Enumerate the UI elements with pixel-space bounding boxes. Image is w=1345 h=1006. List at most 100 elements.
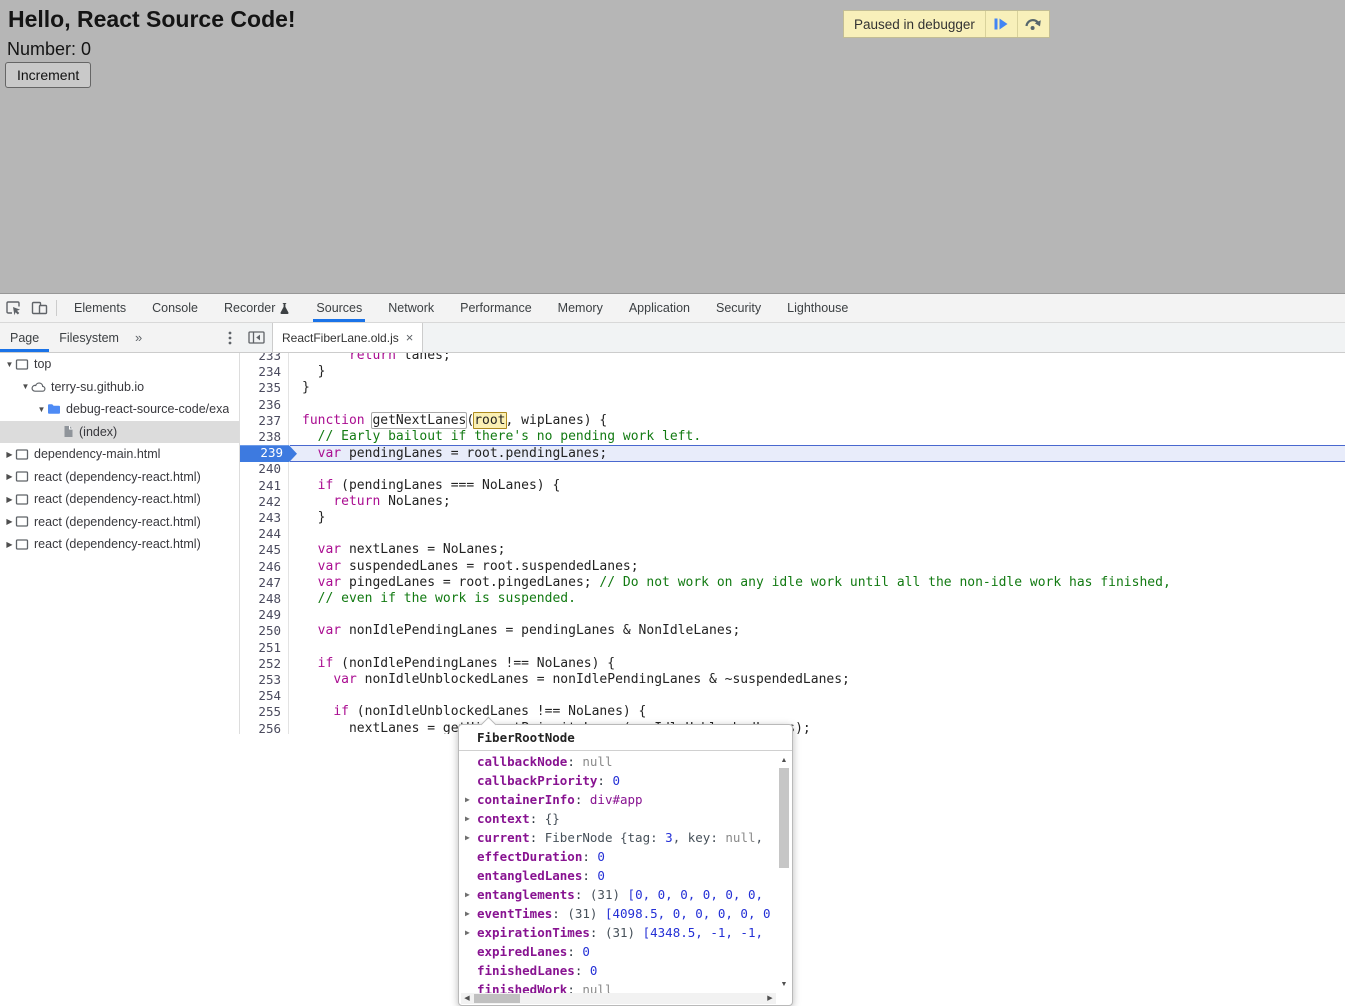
expand-triangle-icon[interactable]: ▶ — [465, 790, 470, 809]
property-row-context[interactable]: ▶ context: {} — [459, 809, 778, 828]
property-row-entanglements[interactable]: ▶ entanglements: (31) [0, 0, 0, 0, 0, 0, — [459, 885, 778, 904]
tab-application[interactable]: Application — [616, 294, 703, 322]
tab-network[interactable]: Network — [375, 294, 447, 322]
line-number[interactable]: 233 — [240, 353, 289, 365]
tab-elements[interactable]: Elements — [61, 294, 139, 322]
property-value: 0 — [582, 944, 590, 959]
line-number[interactable]: 251 — [240, 640, 289, 657]
editor-code-area[interactable]: return lanes; }} function getNextLanes(ro… — [290, 353, 1345, 734]
expand-triangle-icon[interactable]: ▶ — [465, 828, 470, 847]
hovered-root-token[interactable]: root — [473, 411, 507, 429]
line-number[interactable]: 254 — [240, 688, 289, 705]
keyword-token: var — [317, 623, 342, 639]
line-number[interactable]: 235 — [240, 380, 289, 397]
tree-item-dependency-main-html[interactable]: ▶ dependency-main.html — [0, 443, 239, 466]
sidebar-overflow-menu-button[interactable] — [228, 323, 232, 352]
tooltip-horizontal-scrollbar[interactable]: ◀ ▶ — [461, 993, 776, 1004]
tree-expanded-icon[interactable]: ▼ — [36, 405, 47, 414]
line-number[interactable]: 246 — [240, 559, 289, 576]
line-number[interactable]: 248 — [240, 591, 289, 608]
tree-collapsed-icon[interactable]: ▶ — [4, 450, 15, 459]
tree-expanded-icon[interactable]: ▼ — [20, 382, 31, 391]
line-number[interactable]: 243 — [240, 510, 289, 527]
keyword-token: return — [333, 493, 381, 509]
tab-recorder[interactable]: Recorder — [211, 294, 303, 322]
sidebar-tab-page[interactable]: Page — [0, 323, 50, 352]
line-number[interactable]: 241 — [240, 478, 289, 495]
code-token: getNextLanes — [371, 411, 468, 429]
tooltip-property-list: callbackNode: null callbackPriority: 0 ▶ co… — [459, 752, 778, 993]
hide-navigator-button[interactable] — [240, 323, 272, 352]
horizontal-scroll-thumb[interactable] — [474, 994, 520, 1003]
tree-collapsed-icon[interactable]: ▶ — [4, 495, 15, 504]
expand-triangle-icon[interactable]: ▶ — [465, 885, 470, 904]
increment-button[interactable]: Increment — [5, 62, 92, 88]
toggle-device-toolbar-button[interactable] — [26, 294, 52, 322]
line-number[interactable]: 237 — [240, 413, 289, 430]
property-row-containerinfo[interactable]: ▶ containerInfo: div#app — [459, 790, 778, 809]
line-number[interactable]: 250 — [240, 623, 289, 640]
property-name: current — [477, 830, 530, 845]
tree-expanded-icon[interactable]: ▼ — [4, 360, 15, 369]
tree-collapsed-icon[interactable]: ▶ — [4, 540, 15, 549]
tree-item-label: (index) — [79, 424, 118, 439]
tree-item-react-dependency-react-html[interactable]: ▶ react (dependency-react.html) — [0, 488, 239, 511]
line-number[interactable]: 252 — [240, 656, 289, 673]
tree-item-top[interactable]: ▼ top — [0, 353, 239, 376]
line-number[interactable]: 247 — [240, 575, 289, 592]
scroll-right-icon[interactable]: ▶ — [764, 993, 776, 1004]
comment-token: // Do not work on any idle work until al… — [599, 574, 1171, 590]
resume-script-button[interactable] — [984, 11, 1017, 37]
tree-item-react-dependency-react-html[interactable]: ▶ react (dependency-react.html) — [0, 533, 239, 556]
property-name: callbackPriority — [477, 773, 598, 788]
tree-item-terry-su-github-io[interactable]: ▼ terry-su.github.io — [0, 376, 239, 399]
line-number[interactable]: 245 — [240, 542, 289, 559]
code-line-245: var nextLanes = NoLanes; — [290, 542, 1345, 559]
file-tab-reactfiberlane[interactable]: ReactFiberLane.old.js × — [272, 323, 424, 352]
vertical-scroll-thumb[interactable] — [779, 768, 789, 868]
sidebar-tab-filesystem[interactable]: Filesystem — [49, 323, 129, 352]
tab-memory[interactable]: Memory — [545, 294, 616, 322]
property-name: effectDuration — [477, 849, 583, 864]
property-row-eventtimes[interactable]: ▶ eventTimes: (31) [4098.5, 0, 0, 0, 0, 0 — [459, 904, 778, 923]
line-number[interactable]: 249 — [240, 607, 289, 624]
step-over-button[interactable] — [1016, 11, 1049, 37]
more-tabs-chevron[interactable]: » — [129, 323, 148, 352]
expand-triangle-icon[interactable]: ▶ — [465, 809, 470, 828]
line-number[interactable]: 238 — [240, 429, 289, 446]
line-number[interactable]: 240 — [240, 461, 289, 478]
inspect-element-button[interactable] — [0, 294, 26, 322]
tree-collapsed-icon[interactable]: ▶ — [4, 472, 15, 481]
tree-item-debug-react-source-code-exa[interactable]: ▼ debug-react-source-code/exa — [0, 398, 239, 421]
tree-item-react-dependency-react-html[interactable]: ▶ react (dependency-react.html) — [0, 466, 239, 489]
property-value: null — [582, 982, 613, 993]
tooltip-vertical-scrollbar[interactable]: ▲ ▼ — [778, 755, 790, 991]
tab-sources[interactable]: Sources — [303, 294, 375, 322]
editor-gutter: 233 234 235 236 237 238 239 240 241 242 243 244 245 2… — [240, 353, 289, 734]
tab-security[interactable]: Security — [703, 294, 774, 322]
property-row-expirationtimes[interactable]: ▶ expirationTimes: (31) [4348.5, -1, -1, — [459, 923, 778, 942]
property-row-current[interactable]: ▶ current: FiberNode {tag: 3, key: null, — [459, 828, 778, 847]
line-number[interactable]: 236 — [240, 397, 289, 414]
tab-lighthouse[interactable]: Lighthouse — [774, 294, 861, 322]
line-number[interactable]: 255 — [240, 704, 289, 721]
tooltip-title: FiberRootNode — [459, 725, 792, 751]
close-tab-icon[interactable]: × — [406, 330, 414, 345]
tree-item-index[interactable]: (index) — [0, 420, 239, 443]
line-number[interactable]: 253 — [240, 672, 289, 689]
scroll-left-icon[interactable]: ◀ — [461, 993, 473, 1004]
line-number[interactable]: 244 — [240, 526, 289, 543]
line-number[interactable]: 242 — [240, 494, 289, 511]
property-colon: : — [574, 887, 590, 902]
tab-console[interactable]: Console — [139, 294, 211, 322]
scroll-down-icon[interactable]: ▼ — [778, 979, 790, 991]
expand-triangle-icon[interactable]: ▶ — [465, 923, 470, 942]
scroll-up-icon[interactable]: ▲ — [778, 755, 790, 767]
line-number[interactable]: 256 — [240, 721, 289, 734]
line-number[interactable]: 234 — [240, 364, 289, 381]
execution-line-number[interactable]: 239 — [240, 445, 297, 462]
tab-performance[interactable]: Performance — [447, 294, 545, 322]
tree-collapsed-icon[interactable]: ▶ — [4, 517, 15, 526]
tree-item-react-dependency-react-html[interactable]: ▶ react (dependency-react.html) — [0, 511, 239, 534]
expand-triangle-icon[interactable]: ▶ — [465, 904, 470, 923]
